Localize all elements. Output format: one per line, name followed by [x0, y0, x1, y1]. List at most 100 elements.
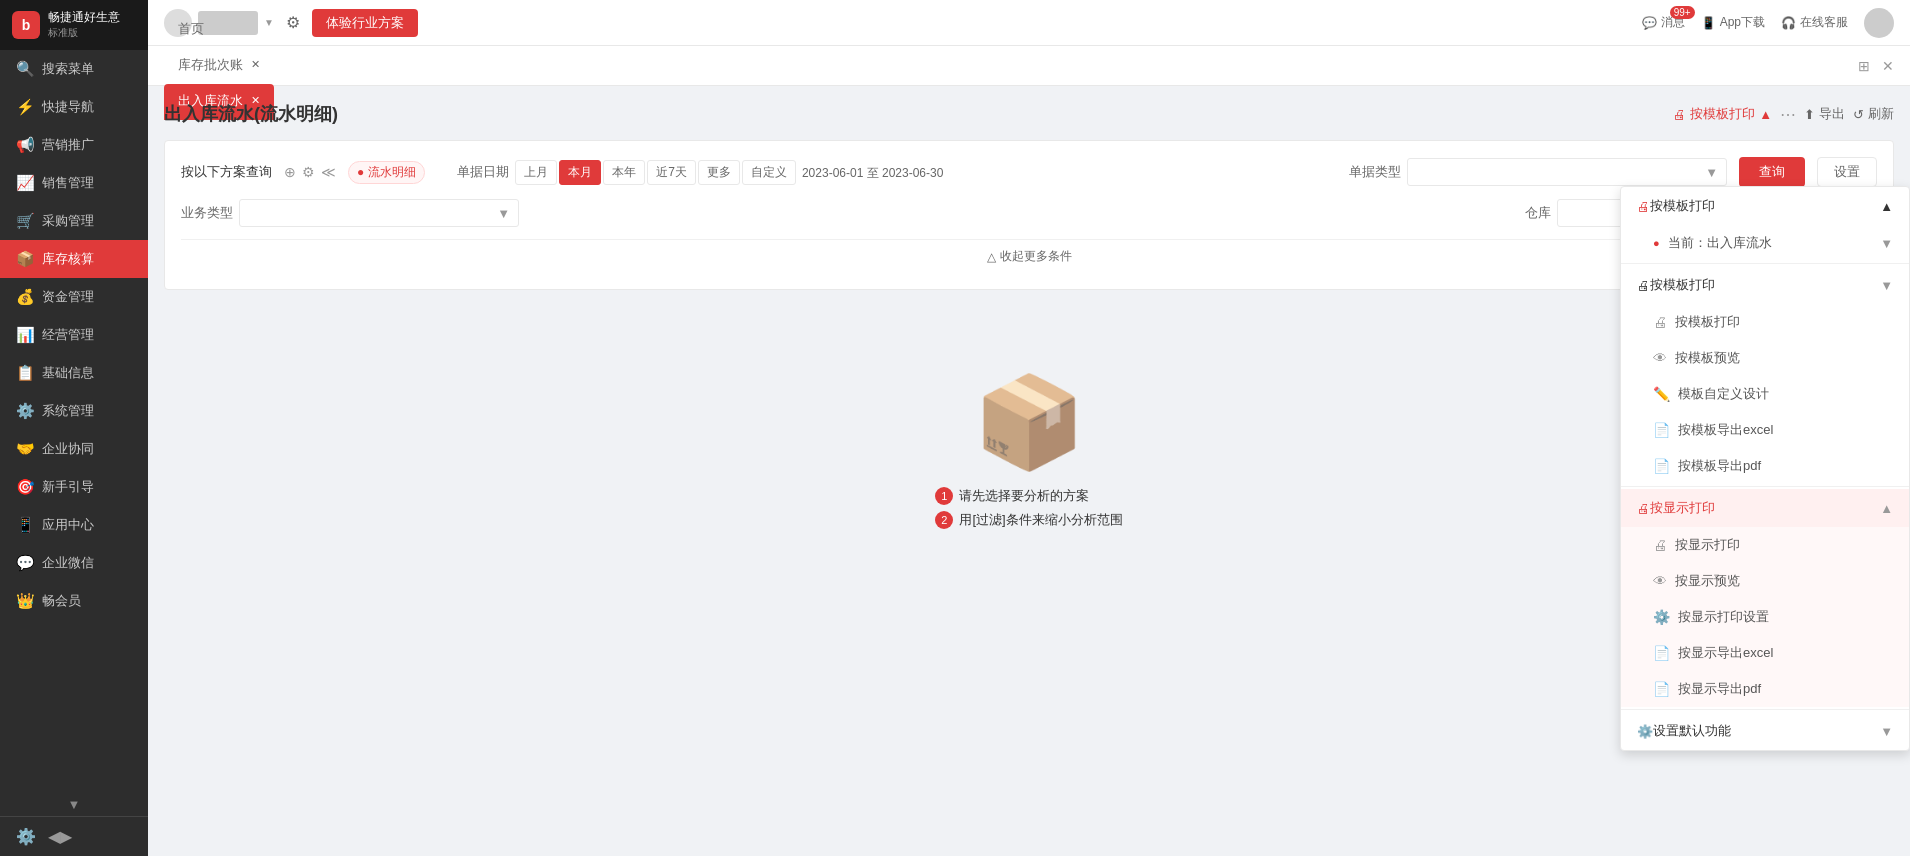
collapse-label: 收起更多条件 — [1000, 248, 1072, 265]
dropdown-item-template-customize[interactable]: ✏️ 模板自定义设计 — [1621, 376, 1909, 412]
sidebar-icon-inventory: 📦 — [16, 250, 34, 268]
template-print-button[interactable]: 🖨 按模板打印 ▲ — [1673, 105, 1772, 123]
sidebar-item-guide[interactable]: 🎯 新手引导 — [0, 468, 148, 506]
voucher-type-select[interactable]: ▼ — [1407, 158, 1727, 186]
sidebar-scroll-down[interactable]: ▼ — [0, 793, 148, 816]
sidebar-icon-quick-nav: ⚡ — [16, 98, 34, 116]
biz-type-select[interactable]: ▼ — [239, 199, 519, 227]
collapse-left-icon[interactable]: ≪ — [321, 164, 336, 180]
date-btn-近7天[interactable]: 近7天 — [647, 160, 696, 185]
tab-batch-account[interactable]: 库存批次账✕ — [164, 48, 274, 84]
dropdown-item-template-print[interactable]: 🖨 按模板打印 — [1621, 304, 1909, 340]
collapse-icon[interactable]: ◀▶ — [48, 827, 72, 846]
sidebar-icon-system: ⚙️ — [16, 402, 34, 420]
section-icon-default-setting: ⚙️ — [1637, 724, 1653, 739]
section-chevron-display-print-section: ▲ — [1880, 501, 1893, 516]
sidebar-item-wx[interactable]: 💬 企业微信 — [0, 544, 148, 582]
close-tab-icon[interactable]: ✕ — [1882, 58, 1894, 74]
sidebar-item-basic[interactable]: 📋 基础信息 — [0, 354, 148, 392]
sidebar-item-app-center[interactable]: 📱 应用中心 — [0, 506, 148, 544]
date-buttons: 上月本月本年近7天更多自定义 — [515, 160, 796, 185]
setting-button[interactable]: 设置 — [1817, 157, 1877, 187]
sidebar-items: 🔍 搜索菜单 ⚡ 快捷导航 📢 营销推广 📈 销售管理 🛒 采购管理 📦 库存核… — [0, 50, 148, 620]
sidebar-label-member: 畅会员 — [42, 592, 81, 610]
date-btn-上月[interactable]: 上月 — [515, 160, 557, 185]
online-service-item[interactable]: 🎧 在线客服 — [1781, 14, 1848, 31]
export-button[interactable]: ⬆ 导出 — [1804, 105, 1845, 123]
tab-home[interactable]: 首页 — [164, 12, 274, 48]
item-label-display-print: 按显示打印 — [1675, 536, 1740, 554]
voucher-type-field: 单据类型 ▼ — [1349, 158, 1727, 186]
page-header: 出入库流水(流水明细) 🖨 按模板打印 ▲ ⋯ ⬆ 导出 ↺ 刷新 — [164, 102, 1894, 126]
tab-expand-icon[interactable]: ⊞ ✕ — [1858, 58, 1894, 74]
item-label-template-export-excel: 按模板导出excel — [1678, 421, 1773, 439]
dropdown-item-template-preview[interactable]: 👁 按模板预览 — [1621, 340, 1909, 376]
date-btn-更多[interactable]: 更多 — [698, 160, 740, 185]
item-icon-template-print: 🖨 — [1653, 314, 1667, 330]
sidebar-item-member[interactable]: 👑 畅会员 — [0, 582, 148, 620]
section-icon-display-print-section: 🖨 — [1637, 501, 1650, 516]
settings-icon[interactable]: ⚙️ — [16, 827, 36, 846]
date-btn-自定义[interactable]: 自定义 — [742, 160, 796, 185]
sidebar-icon-marketing: 📢 — [16, 136, 34, 154]
online-service-label: 在线客服 — [1800, 14, 1848, 31]
sidebar-icon-finance: 💰 — [16, 288, 34, 306]
query-button[interactable]: 查询 — [1739, 157, 1805, 187]
item-icon-template-export-pdf: 📄 — [1653, 458, 1670, 474]
sidebar-item-inventory[interactable]: 📦 库存核算 — [0, 240, 148, 278]
section-label-template-print-section: 按模板打印 — [1650, 276, 1715, 294]
sidebar-label-finance: 资金管理 — [42, 288, 94, 306]
sidebar: b 畅捷通好生意 标准版 🔍 搜索菜单 ⚡ 快捷导航 📢 营销推广 📈 销售管理… — [0, 0, 148, 856]
sidebar-item-sales[interactable]: 📈 销售管理 — [0, 164, 148, 202]
dropdown-header[interactable]: 🖨 按模板打印 ▲ — [1621, 187, 1909, 225]
dropdown-item-display-print[interactable]: 🖨 按显示打印 — [1621, 527, 1909, 563]
sidebar-label-operation: 经营管理 — [42, 326, 94, 344]
sidebar-label-sales: 销售管理 — [42, 174, 94, 192]
dropdown-item-display-preview[interactable]: 👁 按显示预览 — [1621, 563, 1909, 599]
tip-num-1: 1 — [935, 487, 953, 505]
sidebar-item-marketing[interactable]: 📢 营销推广 — [0, 126, 148, 164]
message-icon-item[interactable]: 💬 消息 99+ — [1642, 14, 1685, 31]
sidebar-label-guide: 新手引导 — [42, 478, 94, 496]
app-download-item[interactable]: 📱 App下载 — [1701, 14, 1765, 31]
date-btn-本月[interactable]: 本月 — [559, 160, 601, 185]
item-icon-display-export-pdf: 📄 — [1653, 681, 1670, 697]
current-item-icon: ● — [1653, 237, 1660, 249]
config-icon[interactable]: ⚙ — [302, 164, 315, 180]
sidebar-label-enterprise: 企业协同 — [42, 440, 94, 458]
sidebar-item-finance[interactable]: 💰 资金管理 — [0, 278, 148, 316]
add-icon[interactable]: ⊕ — [284, 164, 296, 180]
page-content: 出入库流水(流水明细) 🖨 按模板打印 ▲ ⋯ ⬆ 导出 ↺ 刷新 — [148, 86, 1910, 856]
sidebar-label-marketing: 营销推广 — [42, 136, 94, 154]
trial-button[interactable]: 体验行业方案 — [312, 9, 418, 37]
dropdown-item-display-export-pdf[interactable]: 📄 按显示导出pdf — [1621, 671, 1909, 707]
sidebar-item-quick-nav[interactable]: ⚡ 快捷导航 — [0, 88, 148, 126]
sidebar-item-enterprise[interactable]: 🤝 企业协同 — [0, 430, 148, 468]
gear-icon[interactable]: ⚙ — [286, 13, 300, 32]
dropdown-item-display-print-setting[interactable]: ⚙️ 按显示打印设置 — [1621, 599, 1909, 635]
date-label: 单据日期 — [457, 163, 509, 181]
date-btn-本年[interactable]: 本年 — [603, 160, 645, 185]
user-avatar-top[interactable] — [1864, 8, 1894, 38]
dropdown-item-display-export-excel[interactable]: 📄 按显示导出excel — [1621, 635, 1909, 671]
sidebar-item-purchase[interactable]: 🛒 采购管理 — [0, 202, 148, 240]
sidebar-icon-purchase: 🛒 — [16, 212, 34, 230]
sidebar-item-search[interactable]: 🔍 搜索菜单 — [0, 50, 148, 88]
tab-close-batch-account[interactable]: ✕ — [251, 58, 260, 71]
template-print-chevron-up-icon: ▲ — [1759, 107, 1772, 122]
refresh-button[interactable]: ↺ 刷新 — [1853, 105, 1894, 123]
dropdown-item-template-export-excel[interactable]: 📄 按模板导出excel — [1621, 412, 1909, 448]
date-range: 2023-06-01 至 2023-06-30 — [802, 165, 943, 182]
dropdown-section-template-print-section[interactable]: 🖨 按模板打印 ▼ — [1621, 266, 1909, 304]
filter-tag[interactable]: ● 流水明细 — [348, 161, 425, 184]
dropdown-section-default-setting[interactable]: ⚙️ 设置默认功能 ▼ — [1621, 712, 1909, 750]
sidebar-item-system[interactable]: ⚙️ 系统管理 — [0, 392, 148, 430]
dropdown-current-item[interactable]: ● 当前：出入库流水 ▼ — [1621, 225, 1909, 261]
dropdown-item-template-export-pdf[interactable]: 📄 按模板导出pdf — [1621, 448, 1909, 484]
dropdown-section-display-print-section[interactable]: 🖨 按显示打印 ▲ — [1621, 489, 1909, 527]
sidebar-item-operation[interactable]: 📊 经营管理 — [0, 316, 148, 354]
dropdown-header-chevron-up-icon: ▲ — [1880, 199, 1893, 214]
app-logo: b 畅捷通好生意 标准版 — [0, 0, 148, 50]
headset-icon: 🎧 — [1781, 16, 1796, 30]
tip-text-1: 请先选择要分析的方案 — [959, 487, 1089, 505]
